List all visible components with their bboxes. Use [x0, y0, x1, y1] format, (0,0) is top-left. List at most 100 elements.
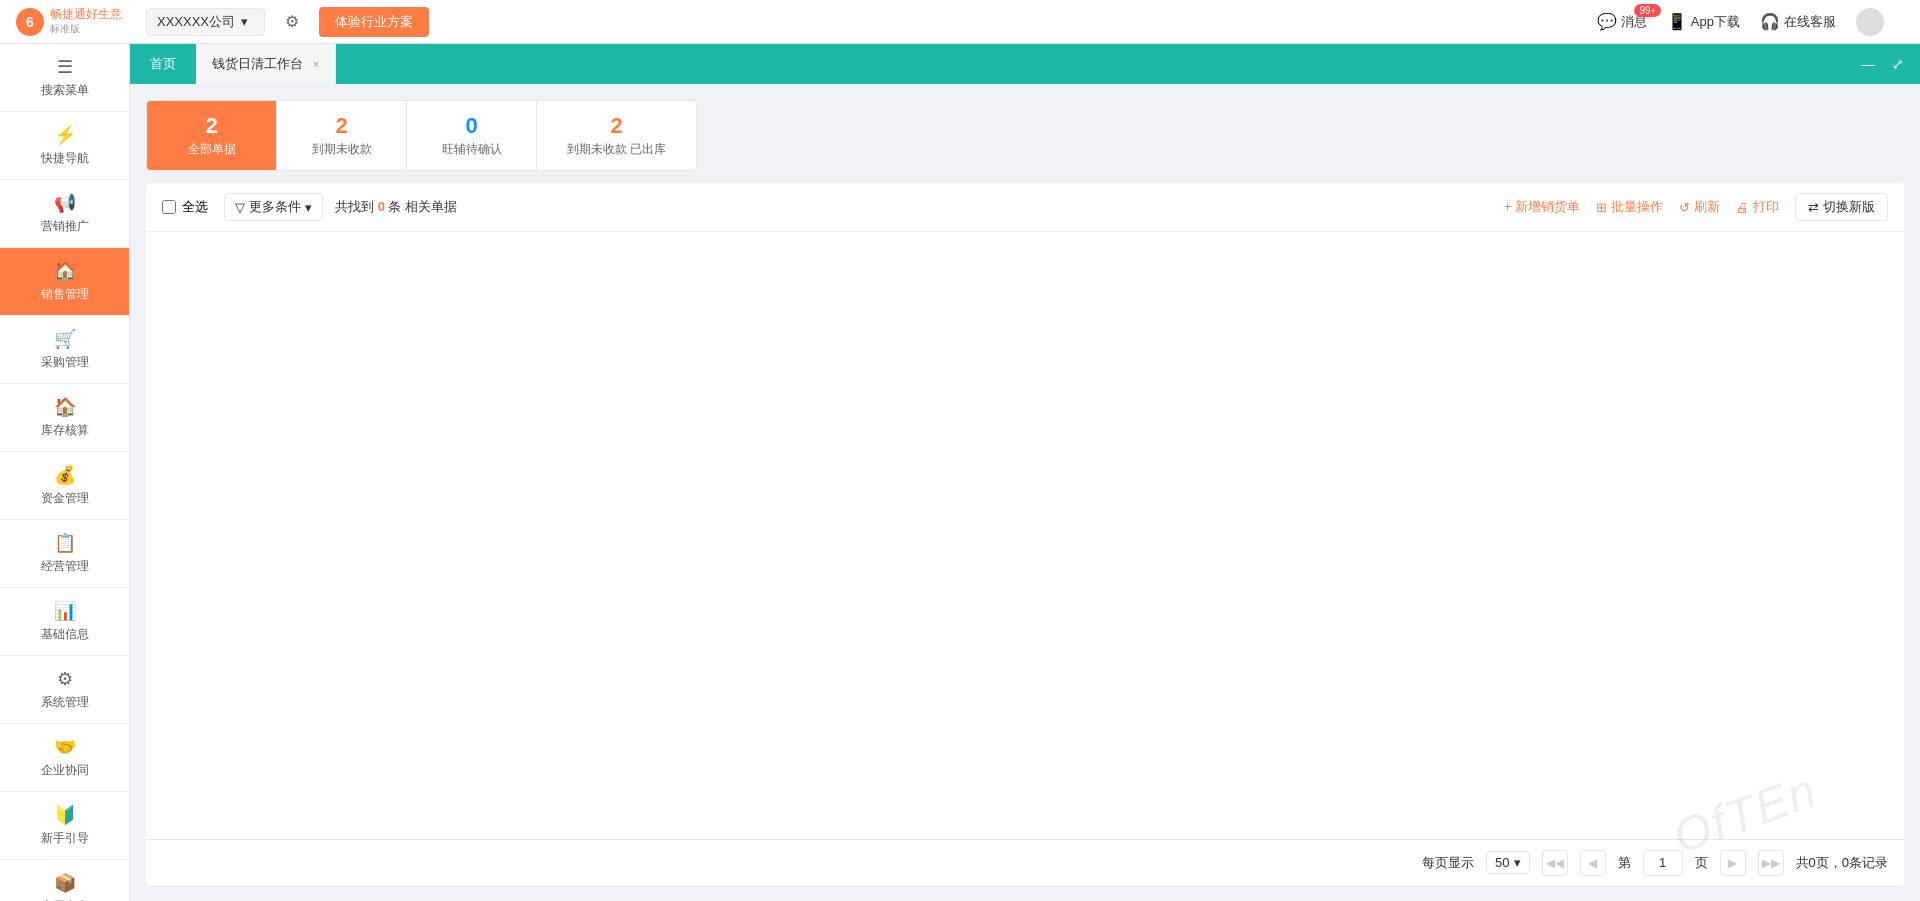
sidebar-label-marketing: 营销推广: [41, 218, 89, 235]
stats-row: 2 全部单据 2 到期未收款 0 旺辅待确认 2 到期未收款 已出库: [146, 100, 697, 171]
header-right: 💬 消息 99+ 📱 App下载 🎧 在线客服: [1597, 8, 1904, 36]
page-size-label: 每页显示: [1422, 854, 1474, 872]
sidebar-item-capital[interactable]: 💰 资金管理: [0, 452, 129, 520]
sidebar-item-search-menu[interactable]: ☰ 搜索菜单: [0, 44, 129, 112]
menu-icon: ☰: [57, 56, 73, 78]
checkbox-input[interactable]: [162, 200, 176, 214]
page-suffix: 页: [1695, 854, 1708, 872]
page-size-select[interactable]: 50 ▾: [1486, 851, 1529, 874]
stat-number-pending: 0: [437, 113, 506, 139]
stat-number-overdue-out: 2: [567, 113, 666, 139]
sidebar-item-enterprise[interactable]: 🤝 企业协同: [0, 724, 129, 792]
toolbar-right: + 新增销货单 ⊞ 批量操作 ↺ 刷新 🖨 打印: [1504, 193, 1888, 221]
total-records: 共0页，0条记录: [1796, 854, 1888, 872]
stat-label-pending: 旺辅待确认: [437, 141, 506, 158]
switch-new-version-button[interactable]: ⇄ 切换新版: [1795, 193, 1888, 221]
app-name-area: 畅捷通好生意 标准版: [50, 7, 122, 37]
company-chevron-icon: ▾: [241, 14, 248, 29]
prev-page-button[interactable]: ◀: [1580, 850, 1606, 876]
sidebar-item-sales[interactable]: 🏠 销售管理: [0, 248, 129, 316]
tab-bar: 首页 钱货日清工作台 × — ⤢: [130, 44, 1920, 84]
top-header: 6 畅捷通好生意 标准版 XXXXXX公司 ▾ ⚙ 体验行业方案 💬 消息 99…: [0, 0, 1920, 44]
batch-label: 批量操作: [1611, 198, 1663, 216]
system-icon: ⚙: [57, 668, 73, 690]
refresh-icon: ↺: [1679, 200, 1690, 215]
tab-expand-button[interactable]: ⤢: [1886, 52, 1910, 76]
count-info: 共找到 0 条 相关单据: [335, 198, 457, 216]
select-all-checkbox[interactable]: 全选: [162, 198, 208, 216]
sidebar-item-inventory[interactable]: 🏠 库存核算: [0, 384, 129, 452]
batch-operation-button[interactable]: ⊞ 批量操作: [1596, 198, 1663, 216]
content-area: 首页 钱货日清工作台 × — ⤢ 2 全部单据 2 到期未收款: [130, 44, 1920, 901]
sidebar-label-base-info: 基础信息: [41, 626, 89, 643]
sidebar-item-purchase[interactable]: 🛒 采购管理: [0, 316, 129, 384]
table-area: [146, 232, 1904, 839]
app-download-button[interactable]: 📱 App下载: [1667, 12, 1740, 31]
page-number-input[interactable]: [1643, 850, 1683, 876]
sidebar-label-operations: 经营管理: [41, 558, 89, 575]
pagination-bar: 每页显示 50 ▾ ◀◀ ◀ 第 页 ▶ ▶▶ 共0页，0条记录: [146, 839, 1904, 885]
sidebar-item-quick-nav[interactable]: ⚡ 快捷导航: [0, 112, 129, 180]
sidebar-label-purchase: 采购管理: [41, 354, 89, 371]
quick-nav-icon: ⚡: [54, 124, 76, 146]
stat-card-overdue-out[interactable]: 2 到期未收款 已出库: [537, 101, 696, 170]
operations-icon: 📋: [54, 532, 76, 554]
print-label: 打印: [1753, 198, 1779, 216]
sidebar-item-guide[interactable]: 🔰 新手引导: [0, 792, 129, 860]
message-button[interactable]: 💬 消息 99+: [1597, 12, 1647, 31]
message-badge: 99+: [1634, 4, 1660, 17]
tab-minimize-button[interactable]: —: [1856, 52, 1880, 76]
sidebar-item-app-center[interactable]: 📦 应用中心: [0, 860, 129, 901]
online-service-button[interactable]: 🎧 在线客服: [1760, 12, 1836, 31]
app-logo-icon: 6: [16, 8, 44, 36]
add-sales-order-button[interactable]: + 新增销货单: [1504, 198, 1580, 216]
sidebar-item-base-info[interactable]: 📊 基础信息: [0, 588, 129, 656]
switch-label: 切换新版: [1823, 198, 1875, 216]
capital-icon: 💰: [54, 464, 76, 486]
stat-label-overdue: 到期未收款: [307, 141, 376, 158]
table-panel: 全选 ▽ 更多条件 ▾ 共找到 0 条 相关单据 + 新增销货单: [146, 183, 1904, 885]
avatar[interactable]: [1856, 8, 1884, 36]
tab-active[interactable]: 钱货日清工作台 ×: [196, 44, 336, 84]
next-page-button[interactable]: ▶: [1720, 850, 1746, 876]
tab-close-icon[interactable]: ×: [313, 58, 319, 70]
settings-button[interactable]: ⚙: [277, 7, 307, 37]
sidebar-label-sales: 销售管理: [41, 286, 89, 303]
toolbar: 全选 ▽ 更多条件 ▾ 共找到 0 条 相关单据 + 新增销货单: [146, 183, 1904, 232]
sales-icon: 🏠: [54, 260, 76, 282]
purchase-icon: 🛒: [54, 328, 76, 350]
trial-button[interactable]: 体验行业方案: [319, 7, 429, 37]
page-content: 2 全部单据 2 到期未收款 0 旺辅待确认 2 到期未收款 已出库: [130, 84, 1920, 901]
marketing-icon: 📢: [54, 192, 76, 214]
batch-icon: ⊞: [1596, 200, 1607, 215]
filter-label: 更多条件: [249, 198, 301, 216]
last-page-button[interactable]: ▶▶: [1758, 850, 1784, 876]
sidebar-label-system: 系统管理: [41, 694, 89, 711]
switch-icon: ⇄: [1808, 200, 1819, 215]
company-selector[interactable]: XXXXXX公司 ▾: [146, 8, 265, 36]
refresh-label: 刷新: [1694, 198, 1720, 216]
sidebar-item-marketing[interactable]: 📢 营销推广: [0, 180, 129, 248]
sidebar-label-capital: 资金管理: [41, 490, 89, 507]
base-info-icon: 📊: [54, 600, 76, 622]
page-size-chevron-icon: ▾: [1514, 855, 1521, 870]
select-all-label: 全选: [182, 198, 208, 216]
sidebar: ☰ 搜索菜单 ⚡ 快捷导航 📢 营销推广 🏠 销售管理 🛒 采购管理 🏠 库存核…: [0, 44, 130, 901]
print-button[interactable]: 🖨 打印: [1736, 198, 1779, 216]
sidebar-item-system[interactable]: ⚙ 系统管理: [0, 656, 129, 724]
sidebar-label-search: 搜索菜单: [41, 82, 89, 99]
refresh-button[interactable]: ↺ 刷新: [1679, 198, 1720, 216]
enterprise-icon: 🤝: [54, 736, 76, 758]
stat-card-pending[interactable]: 0 旺辅待确认: [407, 101, 537, 170]
first-page-button[interactable]: ◀◀: [1542, 850, 1568, 876]
stat-card-all[interactable]: 2 全部单据: [147, 101, 277, 170]
guide-icon: 🔰: [54, 804, 76, 826]
stat-label-overdue-out: 到期未收款 已出库: [567, 141, 666, 158]
stat-number-all: 2: [177, 113, 246, 139]
stat-card-overdue[interactable]: 2 到期未收款: [277, 101, 407, 170]
count-number: 0: [378, 199, 385, 214]
filter-button[interactable]: ▽ 更多条件 ▾: [224, 193, 323, 221]
stat-label-all: 全部单据: [177, 141, 246, 158]
sidebar-item-operations[interactable]: 📋 经营管理: [0, 520, 129, 588]
tab-home[interactable]: 首页: [130, 44, 196, 84]
